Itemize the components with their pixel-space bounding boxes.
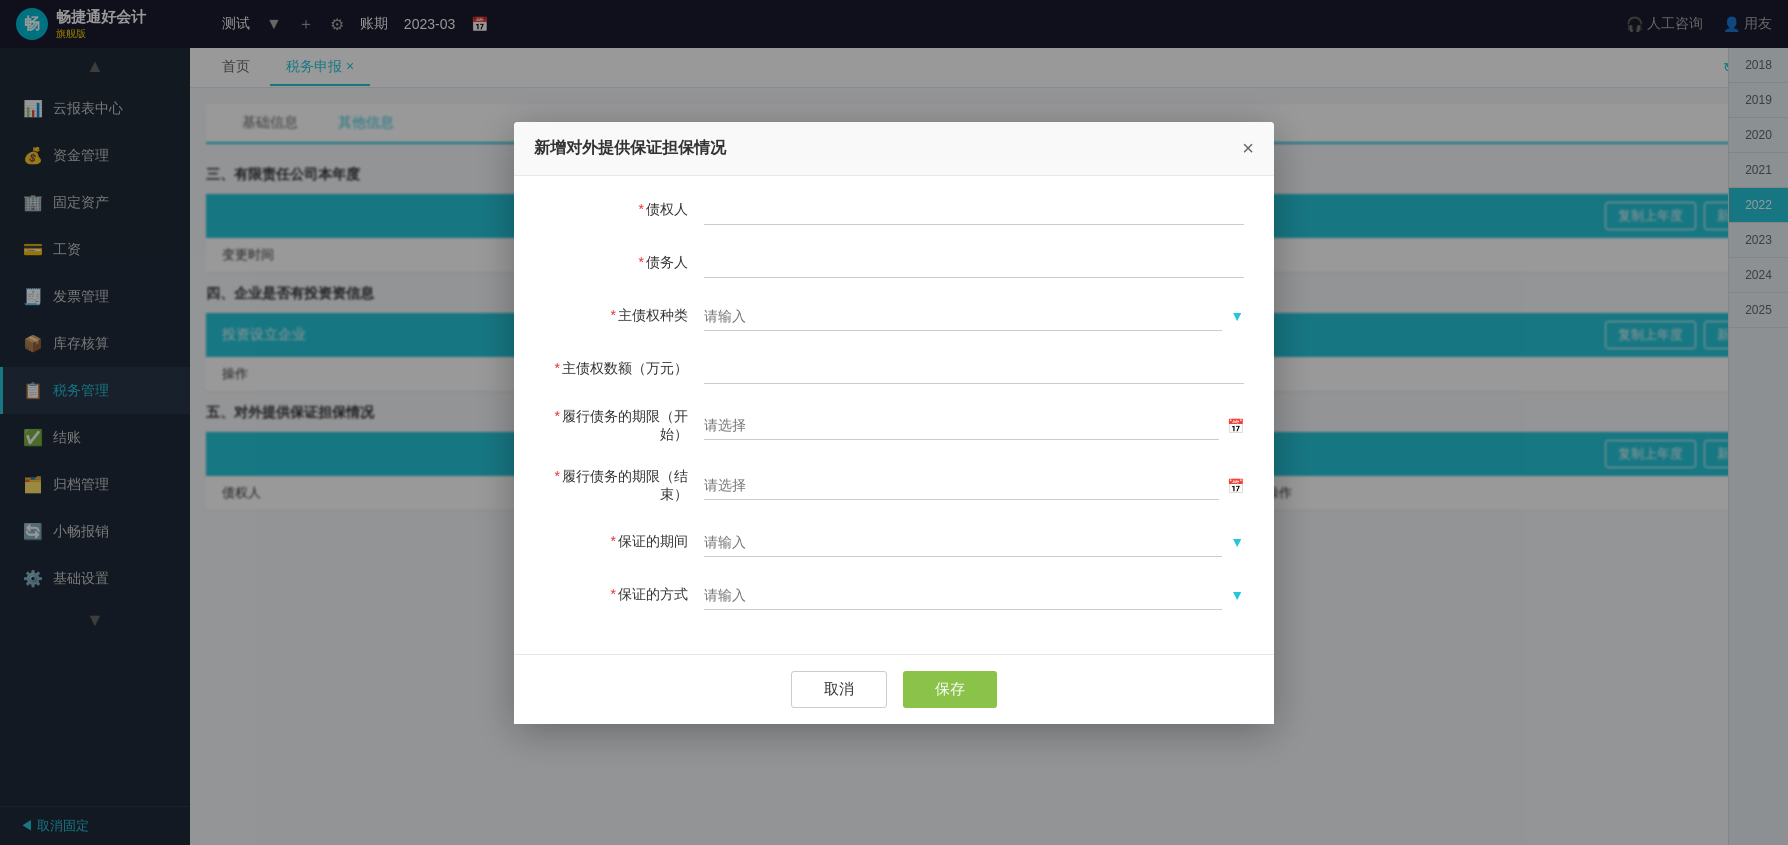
- dialog-body: *债权人 *债务人 *主债权种类 ▼: [514, 176, 1274, 654]
- period-start-label: *履行债务的期限（开始）: [544, 408, 704, 444]
- period-end-input[interactable]: [704, 471, 1219, 500]
- guarantee-method-wrapper: ▼: [704, 581, 1244, 610]
- period-end-label: *履行债务的期限（结束）: [544, 468, 704, 504]
- form-row-period-end: *履行债务的期限（结束） 📅: [544, 468, 1244, 504]
- required-mark: *: [555, 468, 560, 484]
- form-row-creditor: *债权人: [544, 196, 1244, 225]
- period-start-calendar-icon[interactable]: 📅: [1227, 418, 1244, 434]
- required-mark: *: [611, 307, 616, 323]
- form-row-period-start: *履行债务的期限（开始） 📅: [544, 408, 1244, 444]
- save-button[interactable]: 保存: [903, 671, 997, 708]
- add-guarantee-dialog: 新增对外提供保证担保情况 × *债权人 *债务人 *主债权种类: [514, 122, 1274, 724]
- guarantee-method-arrow[interactable]: ▼: [1230, 587, 1244, 603]
- form-row-claim-amount: *主债权数额（万元）: [544, 355, 1244, 384]
- form-row-debtor: *债务人: [544, 249, 1244, 278]
- debtor-input[interactable]: [704, 249, 1244, 278]
- claim-amount-input[interactable]: [704, 355, 1244, 384]
- claim-type-wrapper: ▼: [704, 302, 1244, 331]
- required-mark: *: [555, 360, 560, 376]
- guarantee-period-input[interactable]: [704, 528, 1222, 557]
- required-mark: *: [611, 586, 616, 602]
- form-row-claim-type: *主债权种类 ▼: [544, 302, 1244, 331]
- required-mark: *: [611, 533, 616, 549]
- creditor-label: *债权人: [544, 201, 704, 219]
- debtor-label: *债务人: [544, 254, 704, 272]
- claim-amount-label: *主债权数额（万元）: [544, 360, 704, 378]
- dialog-footer: 取消 保存: [514, 654, 1274, 724]
- guarantee-period-wrapper: ▼: [704, 528, 1244, 557]
- guarantee-method-label: *保证的方式: [544, 586, 704, 604]
- dialog-header: 新增对外提供保证担保情况 ×: [514, 122, 1274, 176]
- form-row-guarantee-method: *保证的方式 ▼: [544, 581, 1244, 610]
- dialog-title: 新增对外提供保证担保情况: [534, 138, 726, 159]
- cancel-button[interactable]: 取消: [791, 671, 887, 708]
- required-mark: *: [639, 254, 644, 270]
- dialog-close-button[interactable]: ×: [1242, 138, 1254, 158]
- period-start-wrapper: 📅: [704, 411, 1244, 440]
- period-end-calendar-icon[interactable]: 📅: [1227, 478, 1244, 494]
- guarantee-period-arrow[interactable]: ▼: [1230, 534, 1244, 550]
- form-row-guarantee-period: *保证的期间 ▼: [544, 528, 1244, 557]
- period-start-input[interactable]: [704, 411, 1219, 440]
- claim-type-arrow[interactable]: ▼: [1230, 308, 1244, 324]
- required-mark: *: [639, 201, 644, 217]
- guarantee-period-label: *保证的期间: [544, 533, 704, 551]
- period-end-wrapper: 📅: [704, 471, 1244, 500]
- guarantee-method-input[interactable]: [704, 581, 1222, 610]
- dialog-overlay: 新增对外提供保证担保情况 × *债权人 *债务人 *主债权种类: [0, 0, 1788, 845]
- claim-type-input[interactable]: [704, 302, 1222, 331]
- claim-type-label: *主债权种类: [544, 307, 704, 325]
- required-mark: *: [555, 408, 560, 424]
- creditor-input[interactable]: [704, 196, 1244, 225]
